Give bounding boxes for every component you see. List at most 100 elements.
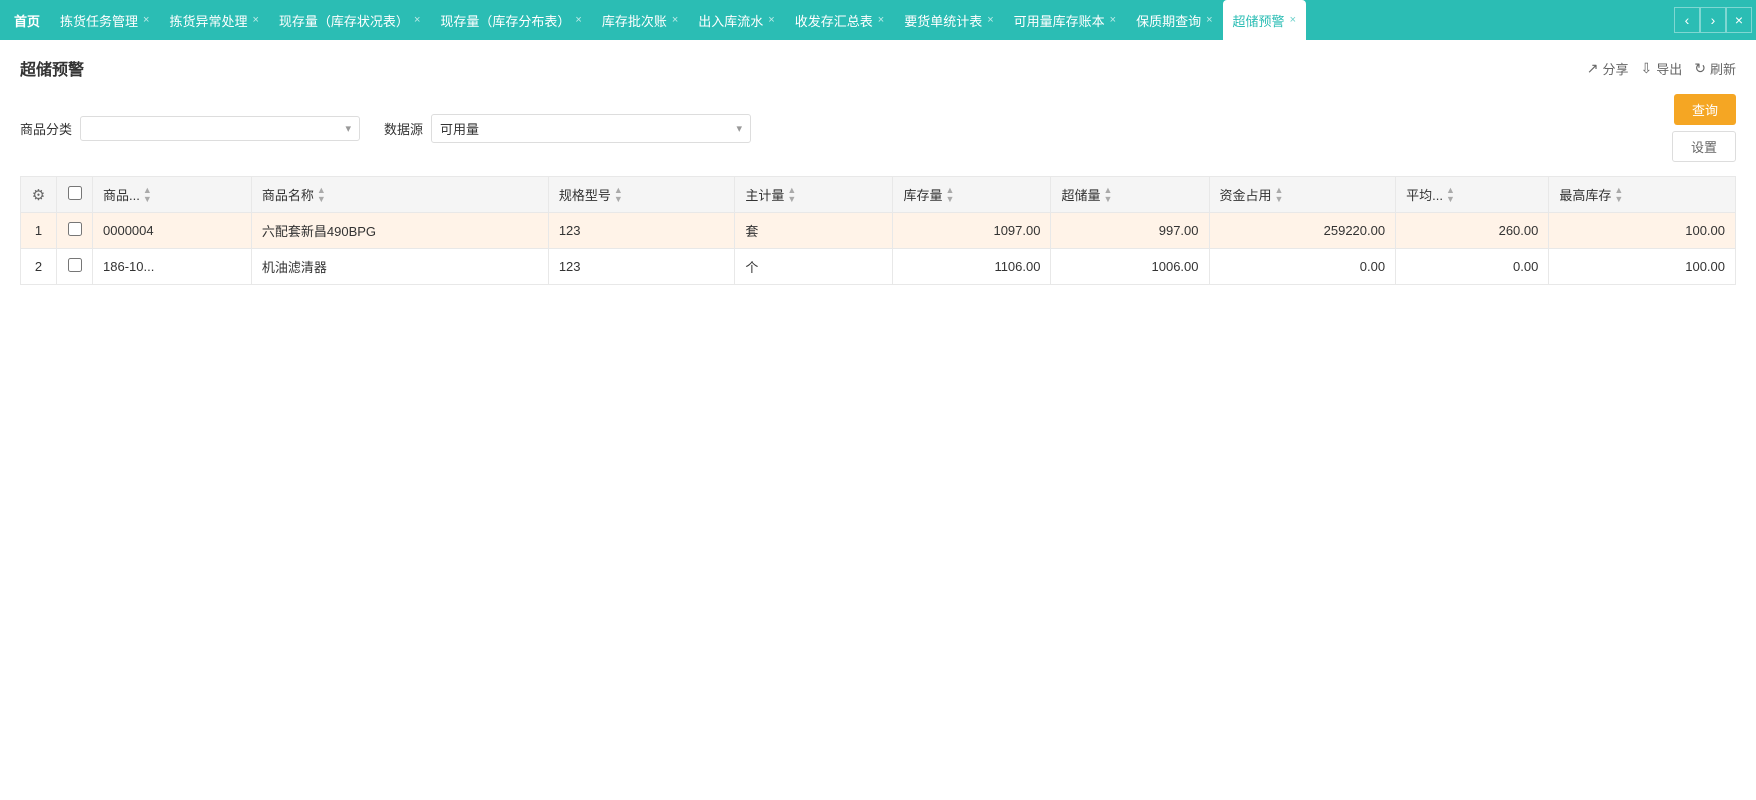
close-icon-4[interactable]: × — [672, 14, 678, 26]
nav-tab-label-5: 出入库流水 — [698, 11, 763, 30]
datasource-select[interactable]: 可用量 ▾ — [431, 114, 751, 143]
th-checkbox — [57, 177, 93, 213]
th-stock[interactable]: 库存量 ▲▼ — [893, 177, 1051, 213]
col-overflow-label: 超储量 — [1061, 185, 1100, 204]
col-stock-label: 库存量 — [903, 185, 942, 204]
col-capital-label: 资金占用 — [1220, 185, 1272, 204]
table-row: 1 0000004 六配套新昌490BPG 123 套 1097.00 997.… — [21, 213, 1736, 249]
data-table: ⚙ 商品... ▲▼ 商品名称 ▲▼ — [20, 176, 1736, 285]
th-avg[interactable]: 平均... ▲▼ — [1396, 177, 1549, 213]
row-name-1: 机油滤清器 — [251, 249, 548, 285]
nav-tab-label-0: 拣货任务管理 — [60, 11, 138, 30]
filter-row: 商品分类 ▾ 数据源 可用量 ▾ 查询 设置 — [20, 94, 1736, 162]
th-name[interactable]: 商品名称 ▲▼ — [251, 177, 548, 213]
category-label: 商品分类 — [20, 119, 72, 138]
nav-prev-button[interactable]: ‹ — [1674, 7, 1700, 33]
nav-tab-label-4: 库存批次账 — [602, 11, 667, 30]
close-icon-10[interactable]: × — [1290, 14, 1296, 26]
datasource-filter: 数据源 可用量 ▾ — [384, 114, 751, 143]
nav-tab-8[interactable]: 可用量库存账本 × — [1004, 0, 1126, 40]
col-unit-label: 主计量 — [745, 185, 784, 204]
query-button[interactable]: 查询 — [1674, 94, 1736, 125]
nav-tab-label-6: 收发存汇总表 — [795, 11, 873, 30]
close-icon-2[interactable]: × — [414, 14, 420, 26]
row-num-1: 2 — [21, 249, 57, 285]
sort-icon-unit: ▲▼ — [787, 186, 796, 204]
row-num-0: 1 — [21, 213, 57, 249]
nav-tab-6[interactable]: 收发存汇总表 × — [785, 0, 894, 40]
row-capital-1: 0.00 — [1209, 249, 1396, 285]
refresh-button[interactable]: ↻ 刷新 — [1694, 59, 1736, 78]
export-label: 导出 — [1656, 59, 1682, 78]
th-gear: ⚙ — [21, 177, 57, 213]
th-capital[interactable]: 资金占用 ▲▼ — [1209, 177, 1396, 213]
th-code[interactable]: 商品... ▲▼ — [93, 177, 252, 213]
row-code-0: 0000004 — [93, 213, 252, 249]
category-select[interactable]: ▾ — [80, 116, 360, 141]
close-icon-7[interactable]: × — [987, 14, 993, 26]
row-spec-1: 123 — [548, 249, 735, 285]
datasource-chevron-icon: ▾ — [737, 122, 743, 135]
close-icon-0[interactable]: × — [143, 14, 149, 26]
nav-arrows: ‹ › × — [1674, 7, 1752, 33]
export-button[interactable]: ⇩ 导出 — [1641, 59, 1683, 78]
sort-icon-name: ▲▼ — [317, 186, 326, 204]
th-unit[interactable]: 主计量 ▲▼ — [735, 177, 893, 213]
row-stock-0: 1097.00 — [893, 213, 1051, 249]
th-overflow[interactable]: 超储量 ▲▼ — [1051, 177, 1209, 213]
nav-tab-label-1: 拣货异常处理 — [169, 11, 247, 30]
sort-icon-overflow: ▲▼ — [1103, 186, 1112, 204]
page-header: 超储预警 ↗ 分享 ⇩ 导出 ↻ 刷新 — [20, 56, 1736, 80]
close-icon-8[interactable]: × — [1110, 14, 1116, 26]
settings-button[interactable]: 设置 — [1672, 131, 1736, 162]
col-name-label: 商品名称 — [262, 185, 314, 204]
col-code-label: 商品... — [103, 185, 140, 204]
nav-tab-7[interactable]: 要货单统计表 × — [894, 0, 1003, 40]
row-unit-1: 个 — [735, 249, 893, 285]
row-checkbox-0[interactable] — [68, 222, 82, 236]
row-overflow-1: 1006.00 — [1051, 249, 1209, 285]
datasource-label: 数据源 — [384, 119, 423, 138]
th-maxstock[interactable]: 最高库存 ▲▼ — [1549, 177, 1736, 213]
page-title: 超储预警 — [20, 56, 84, 80]
nav-tab-label-7: 要货单统计表 — [904, 11, 982, 30]
nav-tab-3[interactable]: 现存量（库存分布表） × — [430, 0, 591, 40]
nav-tab-0[interactable]: 拣货任务管理 × — [50, 0, 159, 40]
nav-home[interactable]: 首页 — [4, 0, 50, 40]
gear-icon[interactable]: ⚙ — [32, 187, 45, 204]
nav-tab-label-10: 超储预警 — [1233, 11, 1285, 30]
share-label: 分享 — [1602, 59, 1628, 78]
nav-tab-label-3: 现存量（库存分布表） — [440, 11, 570, 30]
select-all-checkbox[interactable] — [68, 186, 82, 200]
close-icon-6[interactable]: × — [878, 14, 884, 26]
nav-tab-9[interactable]: 保质期查询 × — [1126, 0, 1222, 40]
nav-tab-5[interactable]: 出入库流水 × — [688, 0, 784, 40]
close-icon-1[interactable]: × — [252, 14, 258, 26]
nav-tab-4[interactable]: 库存批次账 × — [592, 0, 688, 40]
row-maxstock-1: 100.00 — [1549, 249, 1736, 285]
category-select-text — [89, 121, 93, 136]
header-actions: ↗ 分享 ⇩ 导出 ↻ 刷新 — [1587, 59, 1736, 78]
close-icon-3[interactable]: × — [575, 14, 581, 26]
row-maxstock-0: 100.00 — [1549, 213, 1736, 249]
nav-close-button[interactable]: × — [1726, 7, 1752, 33]
nav-tab-10[interactable]: 超储预警 × — [1223, 0, 1306, 40]
nav-tab-label-2: 现存量（库存状况表） — [279, 11, 409, 30]
close-icon-5[interactable]: × — [768, 14, 774, 26]
refresh-icon: ↻ — [1694, 60, 1706, 77]
top-nav: 首页 拣货任务管理 × 拣货异常处理 × 现存量（库存状况表） × 现存量（库存… — [0, 0, 1756, 40]
nav-next-button[interactable]: › — [1700, 7, 1726, 33]
col-avg-label: 平均... — [1406, 185, 1443, 204]
row-checkbox-1[interactable] — [68, 258, 82, 272]
nav-tab-1[interactable]: 拣货异常处理 × — [159, 0, 268, 40]
export-icon: ⇩ — [1641, 60, 1653, 77]
share-button[interactable]: ↗ 分享 — [1587, 59, 1629, 78]
sort-icon-maxstock: ▲▼ — [1614, 186, 1623, 204]
nav-tab-2[interactable]: 现存量（库存状况表） × — [269, 0, 430, 40]
row-unit-0: 套 — [735, 213, 893, 249]
nav-tab-label-9: 保质期查询 — [1136, 11, 1201, 30]
sort-icon-stock: ▲▼ — [945, 186, 954, 204]
close-icon-9[interactable]: × — [1206, 14, 1212, 26]
refresh-label: 刷新 — [1710, 59, 1736, 78]
th-spec[interactable]: 规格型号 ▲▼ — [548, 177, 735, 213]
